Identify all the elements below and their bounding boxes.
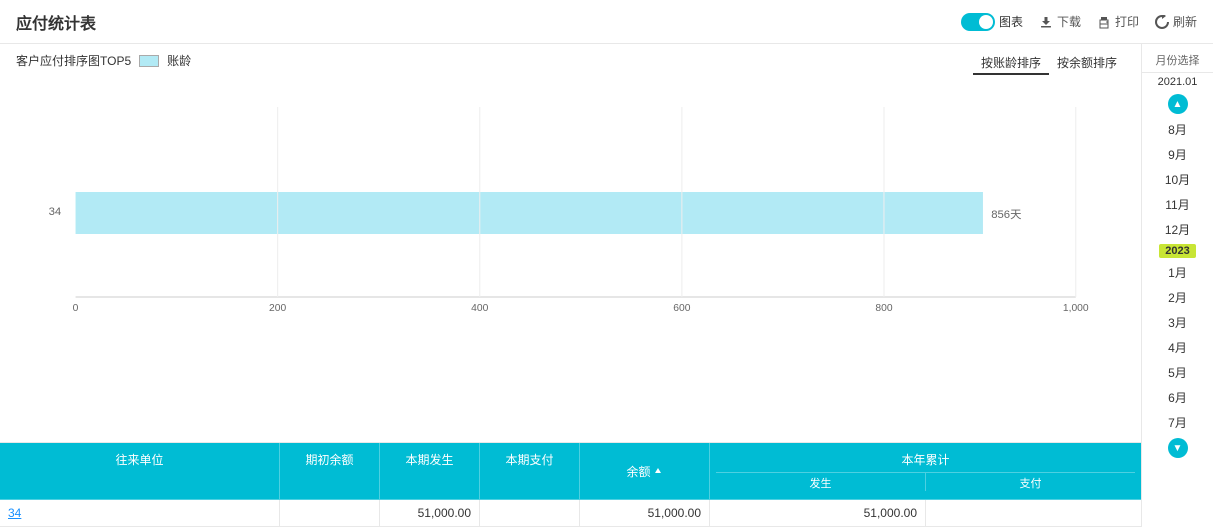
svg-text:400: 400 <box>471 303 489 314</box>
sidebar-date: 2021.01 <box>1158 73 1198 91</box>
toggle-thumb <box>979 15 993 29</box>
download-button[interactable]: 下载 <box>1039 13 1081 30</box>
svg-text:1,000: 1,000 <box>1063 303 1089 314</box>
download-label: 下载 <box>1057 13 1081 30</box>
td-occur: 51,000.00 <box>380 500 480 526</box>
y-label: 34 <box>49 206 62 218</box>
table-row: 34 51,000.00 51,000.00 51,000.00 <box>0 500 1141 527</box>
sidebar-up-arrow[interactable]: ▲ <box>1168 94 1188 114</box>
sidebar-month-4[interactable]: 4月 <box>1142 335 1213 360</box>
sort-tabs: 按账龄排序 按余额排序 <box>973 52 1125 75</box>
legend-text: 客户应付排序图TOP5 <box>16 52 131 69</box>
page-title: 应付统计表 <box>16 10 96 34</box>
th-opening: 期初余额 <box>280 443 380 499</box>
td-pay <box>480 500 580 526</box>
sidebar-month-1[interactable]: 1月 <box>1142 260 1213 285</box>
refresh-button[interactable]: 刷新 <box>1155 13 1197 30</box>
toggle-track[interactable] <box>961 13 995 31</box>
chart-svg: 34 856天 0 200 400 600 800 1,000 <box>24 77 1117 337</box>
table-header-row1: 往来单位 期初余额 本期发生 本期支付 余额 本年累计 发生 支付 <box>0 443 1141 500</box>
th-ytd-group: 本年累计 发生 支付 <box>710 443 1141 499</box>
sidebar-month-12[interactable]: 12月 <box>1142 217 1213 242</box>
td-balance: 51,000.00 <box>580 500 710 526</box>
svg-text:0: 0 <box>73 303 79 314</box>
legend-color-label: 账龄 <box>167 52 191 69</box>
download-icon <box>1039 15 1053 29</box>
sidebar-month-8[interactable]: 8月 <box>1142 117 1213 142</box>
legend-color-box <box>139 55 159 67</box>
svg-text:200: 200 <box>269 303 287 314</box>
sidebar-month-2[interactable]: 2月 <box>1142 285 1213 310</box>
td-ytd-occur: 51,000.00 <box>710 500 926 526</box>
td-company[interactable]: 34 <box>0 500 280 526</box>
refresh-icon <box>1155 15 1169 29</box>
th-balance: 余额 <box>580 443 710 499</box>
chart-section: 客户应付排序图TOP5 账龄 按账龄排序 按余额排序 34 <box>0 44 1141 442</box>
sidebar-month-3[interactable]: 3月 <box>1142 310 1213 335</box>
app-container: 应付统计表 图表 下载 打印 刷新 <box>0 0 1213 527</box>
bar-rect <box>76 192 983 234</box>
print-icon <box>1097 15 1111 29</box>
sort-tab-age[interactable]: 按账龄排序 <box>973 52 1049 75</box>
chart-legend: 客户应付排序图TOP5 账龄 <box>16 52 1125 69</box>
sort-icon <box>653 466 663 476</box>
toggle-label: 图表 <box>999 13 1023 30</box>
svg-text:800: 800 <box>875 303 893 314</box>
sidebar-month-6[interactable]: 6月 <box>1142 385 1213 410</box>
sidebar-month-11[interactable]: 11月 <box>1142 192 1213 217</box>
sidebar-down-arrow[interactable]: ▼ <box>1168 438 1188 458</box>
sidebar-month-7[interactable]: 7月 <box>1142 410 1213 435</box>
sidebar-month-5[interactable]: 5月 <box>1142 360 1213 385</box>
sidebar-year-badge[interactable]: 2023 <box>1159 244 1195 258</box>
sidebar-title: 月份选择 <box>1142 48 1213 73</box>
td-ytd-pay <box>926 500 1141 526</box>
main-content: 客户应付排序图TOP5 账龄 按账龄排序 按余额排序 34 <box>0 44 1213 527</box>
sidebar-month-9[interactable]: 9月 <box>1142 142 1213 167</box>
chart-toggle[interactable]: 图表 <box>961 13 1023 31</box>
header: 应付统计表 图表 下载 打印 刷新 <box>0 0 1213 44</box>
print-button[interactable]: 打印 <box>1097 13 1139 30</box>
sidebar: 月份选择 2021.01 ▲ 8月 9月 10月 11月 12月 2023 1月… <box>1141 44 1213 527</box>
table-section: 往来单位 期初余额 本期发生 本期支付 余额 本年累计 发生 支付 <box>0 442 1141 527</box>
th-occur: 本期发生 <box>380 443 480 499</box>
svg-text:600: 600 <box>673 303 691 314</box>
bar-end-label: 856天 <box>991 209 1021 221</box>
chart-area: 客户应付排序图TOP5 账龄 按账龄排序 按余额排序 34 <box>0 44 1141 527</box>
th-pay: 本期支付 <box>480 443 580 499</box>
header-actions: 图表 下载 打印 刷新 <box>961 13 1197 31</box>
print-label: 打印 <box>1115 13 1139 30</box>
td-opening <box>280 500 380 526</box>
th-ytd-pay: 支付 <box>926 473 1135 491</box>
th-ytd-occur: 发生 <box>716 473 926 491</box>
chart-canvas: 34 856天 0 200 400 600 800 1,000 <box>24 77 1117 337</box>
refresh-label: 刷新 <box>1173 13 1197 30</box>
sidebar-month-10[interactable]: 10月 <box>1142 167 1213 192</box>
th-company: 往来单位 <box>0 443 280 499</box>
sort-tab-balance[interactable]: 按余额排序 <box>1049 52 1125 75</box>
